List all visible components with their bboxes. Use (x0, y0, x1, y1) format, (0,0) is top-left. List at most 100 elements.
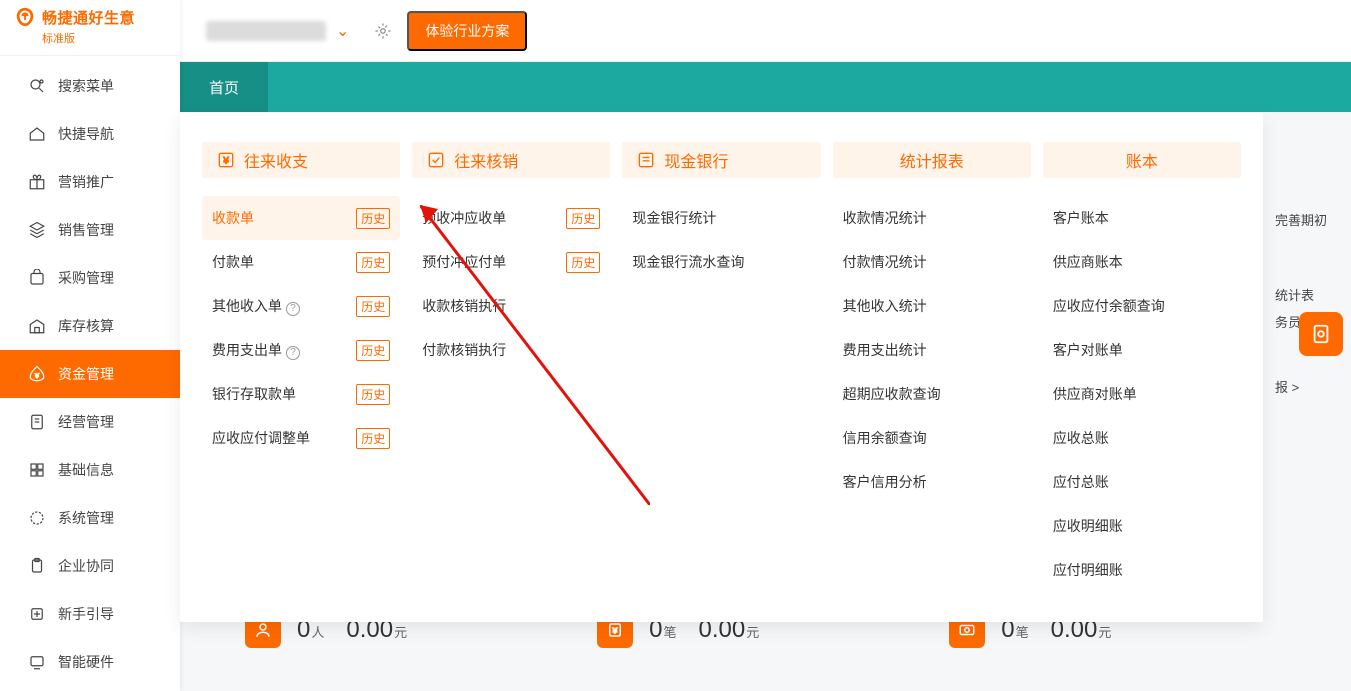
cart-icon (28, 269, 46, 287)
menu-item[interactable]: 客户账本 (1043, 196, 1241, 240)
sidebar-item-label: 采购管理 (58, 268, 114, 288)
menu-item[interactable]: 银行存取款单 历史 (202, 372, 400, 416)
edge-text-3: 报 > (1263, 369, 1351, 404)
menu-item[interactable]: 其他收入统计 (833, 284, 1031, 328)
mega-column: 往来核销预收冲应收单历史预付冲应付单历史收款核销执行付款核销执行 (412, 142, 610, 592)
sidebar-item-label: 经营管理 (58, 412, 114, 432)
menu-item[interactable]: 应收总账 (1043, 416, 1241, 460)
top-header: ⌄ 体验行业方案 (180, 0, 1351, 62)
menu-item-label: 客户账本 (1053, 208, 1109, 228)
history-badge[interactable]: 历史 (356, 208, 390, 229)
menu-item-label: 应收明细账 (1053, 516, 1123, 536)
history-badge[interactable]: 历史 (356, 252, 390, 273)
history-badge[interactable]: 历史 (566, 208, 600, 229)
sidebar-item-operation[interactable]: 经营管理 (0, 398, 180, 446)
column-header: 账本 (1043, 142, 1241, 178)
money-bag-icon: ¥ (28, 365, 46, 383)
sidebar-item-system[interactable]: 系统管理 (0, 494, 180, 542)
home-icon (28, 125, 46, 143)
clipboard-icon (28, 557, 46, 575)
svg-text:¥: ¥ (222, 155, 229, 165)
history-badge[interactable]: 历史 (356, 384, 390, 405)
sidebar-item-label: 新手引导 (58, 604, 114, 624)
menu-item[interactable]: 应收明细账 (1043, 504, 1241, 548)
sidebar-item-basic[interactable]: 基础信息 (0, 446, 180, 494)
menu-item[interactable]: 预付冲应付单历史 (412, 240, 610, 284)
menu-item[interactable]: 供应商账本 (1043, 240, 1241, 284)
settings-icon (28, 509, 46, 527)
edge-text-1: 完善期初 (1263, 202, 1351, 237)
tab-home[interactable]: 首页 (180, 62, 268, 112)
sidebar-item-marketing[interactable]: 营销推广 (0, 158, 180, 206)
sidebar-item-quicknav[interactable]: 快捷导航 (0, 110, 180, 158)
menu-item[interactable]: 现金银行流水查询 (622, 240, 820, 284)
column-header: ¥往来收支 (202, 142, 400, 178)
menu-item-label: 应收总账 (1053, 428, 1109, 448)
menu-item[interactable]: 信用余额查询 (833, 416, 1031, 460)
right-edge-content: 完善期初 统计表 务员) 报 > (1263, 112, 1351, 612)
menu-item-label: 超期应收款查询 (843, 384, 941, 404)
menu-item[interactable]: 客户对账单 (1043, 328, 1241, 372)
menu-item[interactable]: 供应商对账单 (1043, 372, 1241, 416)
sidebar-item-inventory[interactable]: 库存核算 (0, 302, 180, 350)
menu-item-label: 现金银行统计 (632, 208, 716, 228)
menu-item[interactable]: 付款情况统计 (833, 240, 1031, 284)
edge-text-2a: 统计表 (1263, 277, 1351, 312)
history-badge[interactable]: 历史 (356, 296, 390, 317)
sidebar-item-hardware[interactable]: 智能硬件 (0, 638, 180, 686)
sidebar-item-label: 营销推广 (58, 172, 114, 192)
menu-item[interactable]: 应收应付调整单历史 (202, 416, 400, 460)
menu-item[interactable]: 应收应付余额查询 (1043, 284, 1241, 328)
history-badge[interactable]: 历史 (356, 340, 390, 361)
edge-badge[interactable] (1299, 312, 1343, 356)
menu-item[interactable]: 收款核销执行 (412, 284, 610, 328)
menu-item[interactable]: 付款单历史 (202, 240, 400, 284)
menu-item[interactable]: 现金银行统计 (622, 196, 820, 240)
tabs-bar: 首页 (180, 62, 1351, 112)
menu-item-label: 信用余额查询 (843, 428, 927, 448)
menu-item[interactable]: 付款核销执行 (412, 328, 610, 372)
column-header: 往来核销 (412, 142, 610, 178)
mega-column: 统计报表收款情况统计付款情况统计其他收入统计费用支出统计超期应收款查询信用余额查… (833, 142, 1031, 592)
sidebar-item-sales[interactable]: 销售管理 (0, 206, 180, 254)
menu-item[interactable]: 收款单 历史 (202, 196, 400, 240)
sidebar-item-label: 搜索菜单 (58, 76, 114, 96)
sidebar-item-label: 资金管理 (58, 364, 114, 384)
history-badge[interactable]: 历史 (566, 252, 600, 273)
edition-badge: 标准版 (42, 30, 166, 46)
menu-item-label: 银行存取款单 (212, 384, 296, 404)
svg-text:¥: ¥ (35, 373, 39, 380)
menu-item-label: 应付总账 (1053, 472, 1109, 492)
sidebar-item-purchase[interactable]: 采购管理 (0, 254, 180, 302)
settings-button[interactable] (369, 17, 397, 45)
menu-item[interactable]: 收款情况统计 (833, 196, 1031, 240)
business-name-blurred (206, 21, 326, 41)
menu-item-label: 收款单 (212, 208, 254, 228)
menu-item-label: 收款核销执行 (422, 296, 506, 316)
business-selector[interactable]: ⌄ (196, 17, 359, 45)
sidebar-item-search[interactable]: 搜索菜单 (0, 62, 180, 110)
menu-item-label: 供应商对账单 (1053, 384, 1137, 404)
history-badge[interactable]: 历史 (356, 428, 390, 449)
menu-item[interactable]: 超期应收款查询 (833, 372, 1031, 416)
menu-item[interactable]: 预收冲应收单 历史 (412, 196, 610, 240)
grid-icon (28, 461, 46, 479)
mega-menu: ¥往来收支收款单历史付款单历史其他收入单?历史费用支出单?历史银行存取款单历史应… (180, 112, 1263, 622)
logo-icon (14, 6, 36, 28)
sidebar-item-collab[interactable]: 企业协同 (0, 542, 180, 590)
menu-item-label: 其他收入单? (212, 296, 300, 316)
menu-item[interactable]: 其他收入单? 历史 (202, 284, 400, 328)
sidebar-item-label: 智能硬件 (58, 652, 114, 672)
cta-button[interactable]: 体验行业方案 (407, 11, 527, 51)
menu-item[interactable]: 费用支出单?历史 (202, 328, 400, 372)
menu-item[interactable]: 应付明细账 (1043, 548, 1241, 592)
sidebar-item-label: 快捷导航 (58, 124, 114, 144)
sidebar-item-guide[interactable]: 新手引导 (0, 590, 180, 638)
menu-item[interactable]: 客户信用分析 (833, 460, 1031, 504)
menu-item-label: 费用支出统计 (843, 340, 927, 360)
sidebar: 畅捷通好生意 标准版 搜索菜单 快捷导航 营销推广 销售管理 采购管理 库存核算… (0, 0, 180, 691)
menu-item[interactable]: 应付总账 (1043, 460, 1241, 504)
menu-item[interactable]: 费用支出统计 (833, 328, 1031, 372)
sidebar-item-funds[interactable]: ¥ 资金管理 (0, 350, 180, 398)
menu-item-label: 预收冲应收单 (422, 208, 506, 228)
